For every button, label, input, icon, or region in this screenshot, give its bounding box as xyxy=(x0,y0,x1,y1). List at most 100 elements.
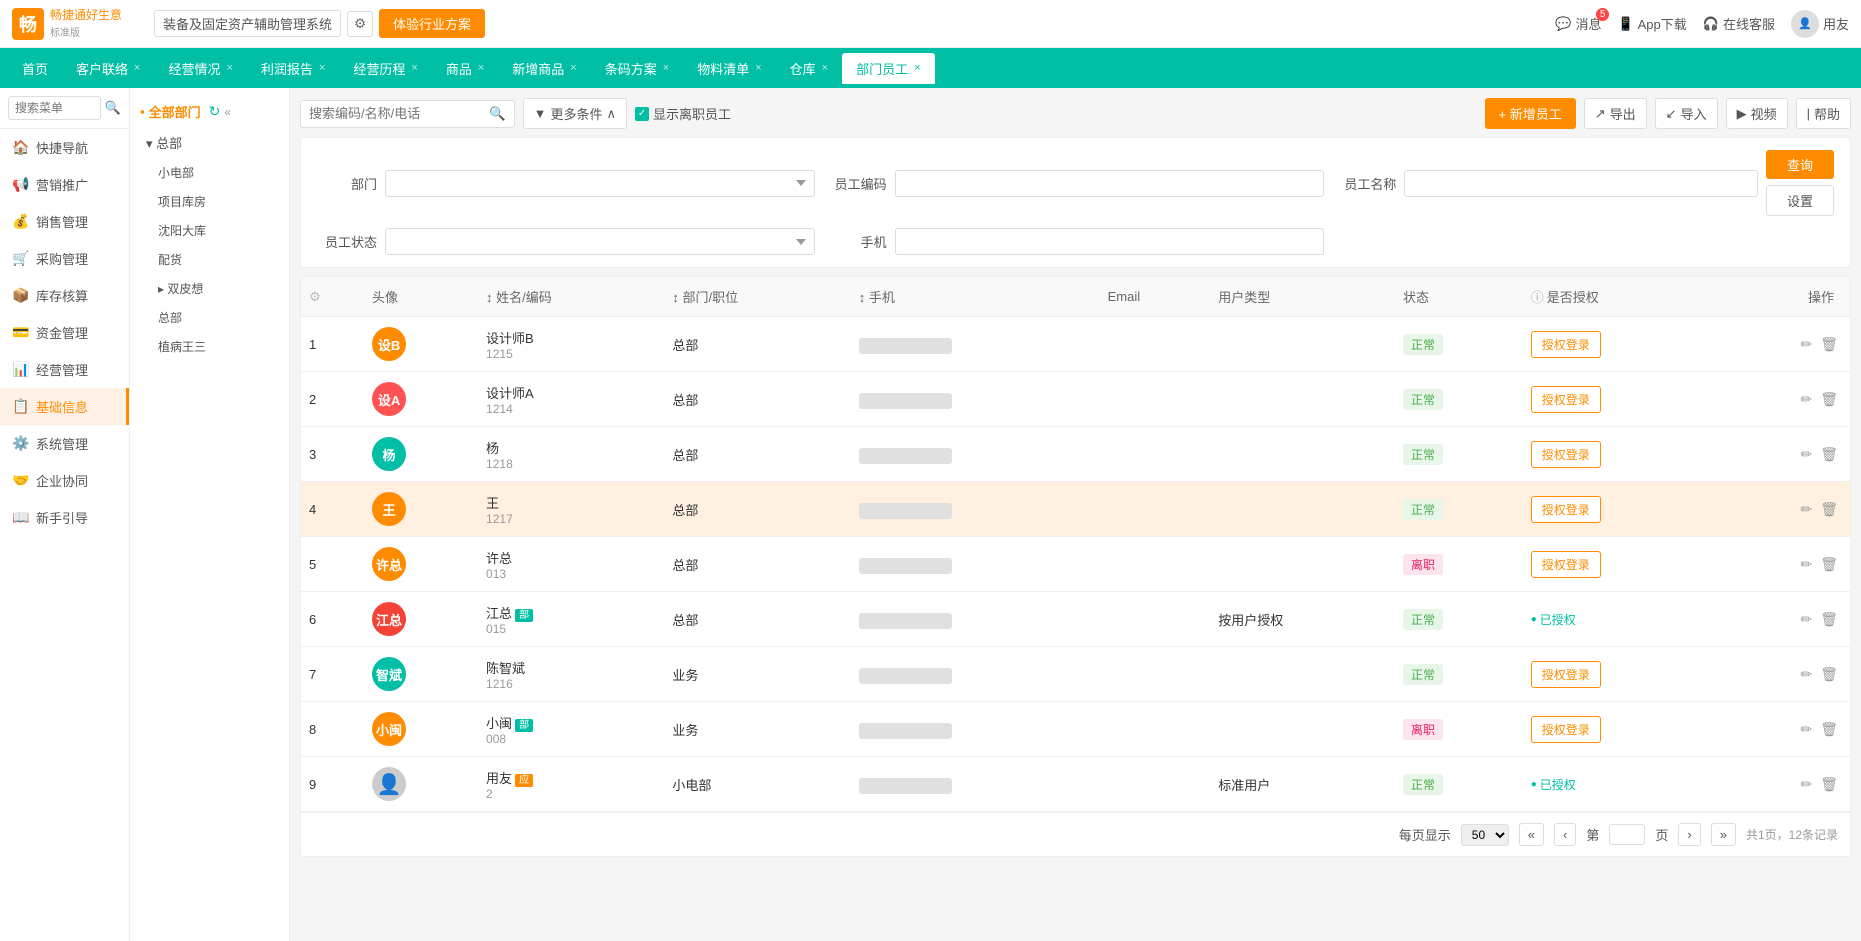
nav-tab-部门员工[interactable]: 部门员工× xyxy=(842,53,934,84)
delete-icon[interactable]: 🗑 xyxy=(1820,776,1838,793)
delete-icon[interactable]: 🗑 xyxy=(1820,721,1838,738)
close-icon[interactable]: × xyxy=(411,62,417,74)
auth-button[interactable]: 授权登录 xyxy=(1531,661,1601,688)
auth-button[interactable]: 授权登录 xyxy=(1531,551,1601,578)
nav-tab-客户联络[interactable]: 客户联络× xyxy=(62,53,154,84)
dept-item-▾总部[interactable]: ▾ 总部 xyxy=(130,127,289,158)
dept-item-植病王三[interactable]: 植病王三 xyxy=(130,332,289,361)
emp-name-input[interactable] xyxy=(1404,170,1758,197)
dept-collapse-button[interactable]: « xyxy=(224,105,231,119)
auth-button[interactable]: 授权登录 xyxy=(1531,496,1601,523)
edit-icon[interactable]: ✏ xyxy=(1800,611,1812,628)
sidebar-item-marketing[interactable]: 📢营销推广 xyxy=(0,166,129,203)
sidebar-item-inventory[interactable]: 📦库存核算 xyxy=(0,277,129,314)
first-page-button[interactable]: « xyxy=(1519,823,1544,846)
delete-icon[interactable]: 🗑 xyxy=(1820,556,1838,573)
close-icon[interactable]: × xyxy=(478,62,484,74)
auth-button[interactable]: 授权登录 xyxy=(1531,386,1601,413)
close-icon[interactable]: × xyxy=(755,62,761,74)
nav-tab-新增商品[interactable]: 新增商品× xyxy=(498,53,590,84)
edit-icon[interactable]: ✏ xyxy=(1800,391,1812,408)
nav-tab-仓库[interactable]: 仓库× xyxy=(776,53,842,84)
auth-button[interactable]: 授权登录 xyxy=(1531,716,1601,743)
system-title[interactable]: 装备及固定资产辅助管理系统 xyxy=(154,10,341,37)
auth-button[interactable]: 授权登录 xyxy=(1531,441,1601,468)
view-button[interactable]: ▶ 视频 xyxy=(1726,98,1788,129)
close-icon[interactable]: × xyxy=(134,62,140,74)
dept-item-项目库房[interactable]: 项目库房 xyxy=(130,187,289,216)
add-employee-button[interactable]: + 新增员工 xyxy=(1485,98,1576,129)
close-icon[interactable]: × xyxy=(226,62,232,74)
nav-tab-经营历程[interactable]: 经营历程× xyxy=(339,53,431,84)
edit-icon[interactable]: ✏ xyxy=(1800,336,1812,353)
close-icon[interactable]: × xyxy=(319,62,325,74)
gear-button[interactable]: ⚙ xyxy=(347,11,373,37)
help-button[interactable]: | 帮助 xyxy=(1796,98,1851,129)
close-icon[interactable]: × xyxy=(663,62,669,74)
delete-icon[interactable]: 🗑 xyxy=(1820,446,1838,463)
more-filters-button[interactable]: ▼ 更多条件 ∧ xyxy=(523,98,627,129)
show-resigned-toggle[interactable]: ✓ 显示离职员工 xyxy=(635,104,731,123)
sidebar-item-purchase[interactable]: 🛒采购管理 xyxy=(0,240,129,277)
nav-tab-利润报告[interactable]: 利润报告× xyxy=(247,53,339,84)
dept-item-总部[interactable]: 总部 xyxy=(130,303,289,332)
user-menu[interactable]: 👤 用友 xyxy=(1791,10,1849,38)
import-button[interactable]: ↙ 导入 xyxy=(1655,98,1718,129)
sidebar-item-sales[interactable]: 💰销售管理 xyxy=(0,203,129,240)
trial-button[interactable]: 体验行业方案 xyxy=(379,9,485,38)
nav-tab-首页[interactable]: 首页 xyxy=(8,53,62,84)
show-resigned-checkbox[interactable]: ✓ xyxy=(635,107,649,121)
auth-button[interactable]: 授权登录 xyxy=(1531,331,1601,358)
search-button[interactable]: 🔍 xyxy=(481,101,514,127)
delete-icon[interactable]: 🗑 xyxy=(1820,611,1838,628)
sidebar-item-system[interactable]: ⚙️系统管理 xyxy=(0,425,129,462)
reset-button[interactable]: 设置 xyxy=(1766,185,1834,216)
dept-item-▸双皮想[interactable]: ▸ 双皮想 xyxy=(130,274,289,303)
cell-avatar: 设A xyxy=(364,372,478,427)
online-service-button[interactable]: 🎧 在线客服 xyxy=(1703,14,1775,33)
sidebar-item-operations[interactable]: 📊经营管理 xyxy=(0,351,129,388)
dept-filter-select[interactable] xyxy=(385,170,815,197)
dept-item-配货[interactable]: 配货 xyxy=(130,245,289,274)
close-icon[interactable]: × xyxy=(570,62,576,74)
emp-code-input[interactable] xyxy=(895,170,1325,197)
edit-icon[interactable]: ✏ xyxy=(1800,446,1812,463)
edit-icon[interactable]: ✏ xyxy=(1800,666,1812,683)
nav-tab-经营情况[interactable]: 经营情况× xyxy=(154,53,246,84)
export-button[interactable]: ↗ 导出 xyxy=(1584,98,1647,129)
sidebar-item-basic-info[interactable]: 📋基础信息 xyxy=(0,388,129,425)
query-button[interactable]: 查询 xyxy=(1766,150,1834,179)
message-button[interactable]: 💬 消息 5 xyxy=(1555,14,1601,33)
prev-page-button[interactable]: ‹ xyxy=(1554,823,1576,846)
page-input[interactable]: 1 xyxy=(1609,824,1645,845)
sidebar-item-finance[interactable]: 💳资金管理 xyxy=(0,314,129,351)
edit-icon[interactable]: ✏ xyxy=(1800,556,1812,573)
delete-icon[interactable]: 🗑 xyxy=(1820,391,1838,408)
edit-icon[interactable]: ✏ xyxy=(1800,721,1812,738)
sidebar-search-input[interactable] xyxy=(8,96,101,120)
cell-auth: 已授权 xyxy=(1523,757,1719,812)
delete-icon[interactable]: 🗑 xyxy=(1820,336,1838,353)
sidebar-item-guide[interactable]: 📖新手引导 xyxy=(0,499,129,536)
close-icon[interactable]: × xyxy=(914,62,920,74)
edit-icon[interactable]: ✏ xyxy=(1800,501,1812,518)
delete-icon[interactable]: 🗑 xyxy=(1820,501,1838,518)
close-icon[interactable]: × xyxy=(822,62,828,74)
sidebar-item-quick-nav[interactable]: 🏠快捷导航 xyxy=(0,129,129,166)
page-size-select[interactable]: 50 xyxy=(1461,824,1509,846)
dept-refresh-button[interactable]: ↻ xyxy=(209,103,221,120)
sidebar-item-enterprise[interactable]: 🤝企业协同 xyxy=(0,462,129,499)
delete-icon[interactable]: 🗑 xyxy=(1820,666,1838,683)
edit-icon[interactable]: ✏ xyxy=(1800,776,1812,793)
emp-status-select[interactable] xyxy=(385,228,815,255)
phone-input[interactable] xyxy=(895,228,1325,255)
app-download-button[interactable]: 📱 App下载 xyxy=(1617,14,1686,33)
dept-item-沈阳大库[interactable]: 沈阳大库 xyxy=(130,216,289,245)
nav-tab-商品[interactable]: 商品× xyxy=(432,53,498,84)
last-page-button[interactable]: » xyxy=(1711,823,1736,846)
nav-tab-物料清单[interactable]: 物料清单× xyxy=(683,53,775,84)
search-input[interactable] xyxy=(301,101,481,126)
dept-item-小电部[interactable]: 小电部 xyxy=(130,158,289,187)
nav-tab-条码方案[interactable]: 条码方案× xyxy=(591,53,683,84)
next-page-button[interactable]: › xyxy=(1678,823,1700,846)
